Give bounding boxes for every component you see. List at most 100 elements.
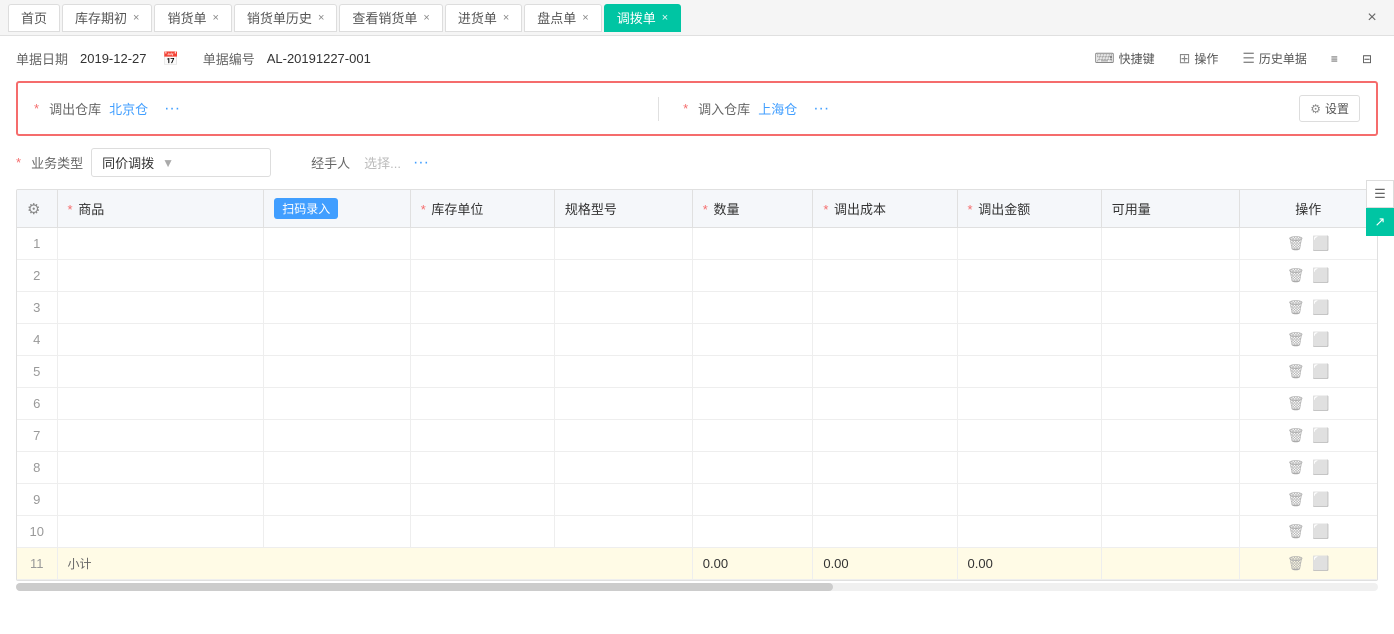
cost-cell[interactable] bbox=[813, 420, 957, 452]
delete-icon[interactable]: 🗑 bbox=[1287, 299, 1305, 315]
calendar-icon[interactable]: 📅 bbox=[163, 51, 179, 67]
amount-cell[interactable] bbox=[957, 484, 1101, 516]
tab-purchase-close[interactable]: × bbox=[503, 12, 509, 24]
cost-cell[interactable] bbox=[813, 324, 957, 356]
spec-cell[interactable] bbox=[554, 324, 692, 356]
amount-cell[interactable] bbox=[957, 324, 1101, 356]
amount-cell[interactable] bbox=[957, 516, 1101, 548]
product-cell[interactable] bbox=[57, 388, 264, 420]
qty-cell[interactable] bbox=[692, 516, 813, 548]
amount-cell[interactable] bbox=[957, 420, 1101, 452]
delete-icon[interactable]: 🗑 bbox=[1287, 459, 1305, 475]
unit-cell[interactable] bbox=[410, 452, 554, 484]
tab-transfer[interactable]: 调拨单 × bbox=[604, 4, 681, 32]
product-cell[interactable] bbox=[57, 324, 264, 356]
copy-icon[interactable]: ⬜ bbox=[1312, 427, 1329, 443]
product-cell[interactable] bbox=[57, 452, 264, 484]
tab-purchase[interactable]: 进货单 × bbox=[445, 4, 522, 32]
delete-icon[interactable]: 🗑 bbox=[1287, 491, 1305, 507]
tab-sales-history-close[interactable]: × bbox=[318, 12, 324, 24]
qty-cell[interactable] bbox=[692, 420, 813, 452]
amount-cell[interactable] bbox=[957, 356, 1101, 388]
unit-cell[interactable] bbox=[410, 516, 554, 548]
qty-cell[interactable] bbox=[692, 388, 813, 420]
qty-cell[interactable] bbox=[692, 324, 813, 356]
product-cell[interactable] bbox=[57, 228, 264, 260]
copy-icon[interactable]: ⬜ bbox=[1312, 299, 1329, 315]
qty-cell[interactable] bbox=[692, 228, 813, 260]
tab-view-sales[interactable]: 查看销货单 × bbox=[339, 4, 442, 32]
in-warehouse-more[interactable]: ··· bbox=[813, 100, 829, 118]
tab-inventory-count-close[interactable]: × bbox=[582, 12, 588, 24]
amount-cell[interactable] bbox=[957, 388, 1101, 420]
delete-icon[interactable]: 🗑 bbox=[1287, 267, 1305, 283]
copy-icon[interactable]: ⬜ bbox=[1312, 331, 1329, 347]
spec-cell[interactable] bbox=[554, 484, 692, 516]
cost-cell[interactable] bbox=[813, 516, 957, 548]
copy-icon[interactable]: ⬜ bbox=[1312, 235, 1329, 251]
tab-sales-order-close[interactable]: × bbox=[212, 12, 218, 24]
cost-cell[interactable] bbox=[813, 484, 957, 516]
copy-icon[interactable]: ⬜ bbox=[1312, 459, 1329, 475]
delete-icon[interactable]: 🗑 bbox=[1287, 555, 1305, 571]
spec-cell[interactable] bbox=[554, 292, 692, 324]
unit-cell[interactable] bbox=[410, 420, 554, 452]
product-cell[interactable] bbox=[57, 484, 264, 516]
handler-more[interactable]: ··· bbox=[413, 154, 429, 172]
qty-cell[interactable] bbox=[692, 484, 813, 516]
amount-cell[interactable] bbox=[957, 260, 1101, 292]
business-type-select[interactable]: 同价调拨 ▼ bbox=[91, 148, 271, 177]
unit-cell[interactable] bbox=[410, 260, 554, 292]
cost-cell[interactable] bbox=[813, 388, 957, 420]
qty-cell[interactable] bbox=[692, 292, 813, 324]
spec-cell[interactable] bbox=[554, 260, 692, 292]
scroll-thumb[interactable] bbox=[16, 583, 833, 591]
delete-icon[interactable]: 🗑 bbox=[1287, 523, 1305, 539]
tab-sales-history[interactable]: 销货单历史 × bbox=[234, 4, 337, 32]
copy-icon[interactable]: ⬜ bbox=[1312, 395, 1329, 411]
spec-cell[interactable] bbox=[554, 388, 692, 420]
unit-cell[interactable] bbox=[410, 324, 554, 356]
spec-cell[interactable] bbox=[554, 452, 692, 484]
shortcuts-button[interactable]: ⌨ 快捷键 bbox=[1088, 48, 1160, 69]
layout-btn1[interactable]: ≡ bbox=[1325, 50, 1344, 68]
tab-inventory-count[interactable]: 盘点单 × bbox=[524, 4, 601, 32]
product-cell[interactable] bbox=[57, 356, 264, 388]
product-cell[interactable] bbox=[57, 292, 264, 324]
copy-icon[interactable]: ⬜ bbox=[1312, 363, 1329, 379]
qty-cell[interactable] bbox=[692, 260, 813, 292]
delete-icon[interactable]: 🗑 bbox=[1287, 363, 1305, 379]
delete-icon[interactable]: 🗑 bbox=[1287, 395, 1305, 411]
cost-cell[interactable] bbox=[813, 228, 957, 260]
copy-icon[interactable]: ⬜ bbox=[1312, 555, 1329, 571]
spec-cell[interactable] bbox=[554, 356, 692, 388]
delete-icon[interactable]: 🗑 bbox=[1287, 427, 1305, 443]
scan-entry-button[interactable]: 扫码录入 bbox=[274, 198, 338, 219]
out-warehouse-more[interactable]: ··· bbox=[164, 100, 180, 118]
copy-icon[interactable]: ⬜ bbox=[1312, 491, 1329, 507]
unit-cell[interactable] bbox=[410, 292, 554, 324]
cost-cell[interactable] bbox=[813, 356, 957, 388]
delete-icon[interactable]: 🗑 bbox=[1287, 331, 1305, 347]
ops-button[interactable]: ⊞ 操作 bbox=[1173, 48, 1225, 69]
handler-input[interactable]: 选择... bbox=[364, 153, 401, 172]
cost-cell[interactable] bbox=[813, 452, 957, 484]
tab-view-sales-close[interactable]: × bbox=[423, 12, 429, 24]
qty-cell[interactable] bbox=[692, 356, 813, 388]
amount-cell[interactable] bbox=[957, 292, 1101, 324]
tab-home[interactable]: 首页 bbox=[8, 4, 60, 32]
amount-cell[interactable] bbox=[957, 452, 1101, 484]
qty-cell[interactable] bbox=[692, 452, 813, 484]
tab-inventory-init-close[interactable]: × bbox=[133, 12, 139, 24]
product-cell[interactable] bbox=[57, 260, 264, 292]
cost-cell[interactable] bbox=[813, 260, 957, 292]
unit-cell[interactable] bbox=[410, 356, 554, 388]
table-settings-icon[interactable]: ⚙ bbox=[27, 201, 40, 218]
delete-icon[interactable]: 🗑 bbox=[1287, 235, 1305, 251]
amount-cell[interactable] bbox=[957, 228, 1101, 260]
cost-cell[interactable] bbox=[813, 292, 957, 324]
unit-cell[interactable] bbox=[410, 388, 554, 420]
product-cell[interactable] bbox=[57, 420, 264, 452]
settings-button[interactable]: ⚙ 设置 bbox=[1299, 95, 1360, 122]
unit-cell[interactable] bbox=[410, 228, 554, 260]
